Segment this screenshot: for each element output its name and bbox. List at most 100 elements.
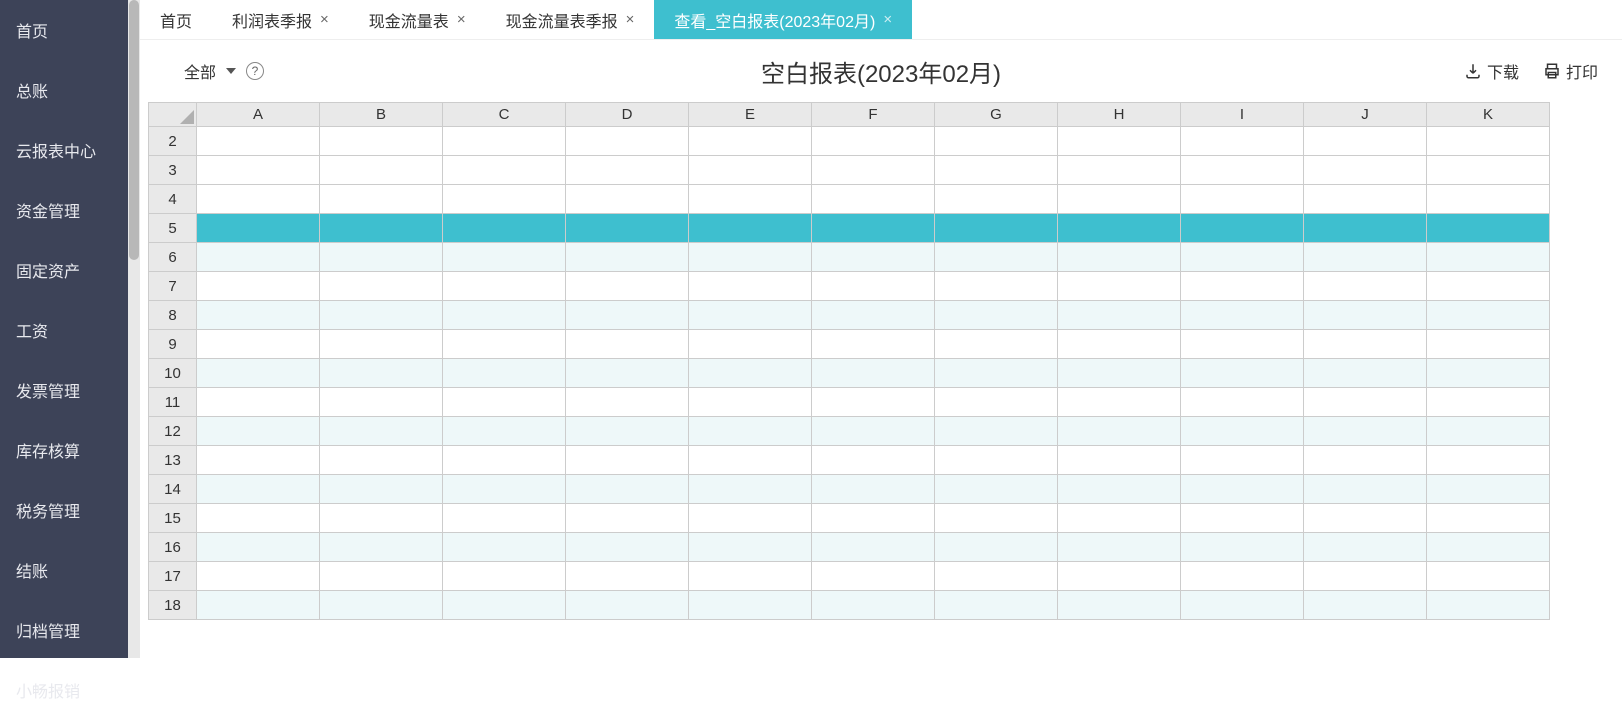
help-icon[interactable]: ? xyxy=(246,62,264,80)
cell-B11[interactable] xyxy=(320,388,443,417)
cell-H9[interactable] xyxy=(1058,330,1181,359)
cell-J10[interactable] xyxy=(1304,359,1427,388)
cell-J7[interactable] xyxy=(1304,272,1427,301)
cell-K11[interactable] xyxy=(1427,388,1550,417)
cell-E3[interactable] xyxy=(689,156,812,185)
cell-J2[interactable] xyxy=(1304,127,1427,156)
cell-G13[interactable] xyxy=(935,446,1058,475)
tab-0[interactable]: 首页 xyxy=(140,0,212,39)
cell-D2[interactable] xyxy=(566,127,689,156)
cell-C8[interactable] xyxy=(443,301,566,330)
cell-B17[interactable] xyxy=(320,562,443,591)
cell-H8[interactable] xyxy=(1058,301,1181,330)
tab-1[interactable]: 利润表季报× xyxy=(212,0,349,39)
cell-A12[interactable] xyxy=(197,417,320,446)
cell-G15[interactable] xyxy=(935,504,1058,533)
cell-A17[interactable] xyxy=(197,562,320,591)
row-header-6[interactable]: 6 xyxy=(149,243,197,272)
cell-K12[interactable] xyxy=(1427,417,1550,446)
cell-I14[interactable] xyxy=(1181,475,1304,504)
cell-J13[interactable] xyxy=(1304,446,1427,475)
cell-K6[interactable] xyxy=(1427,243,1550,272)
cell-A8[interactable] xyxy=(197,301,320,330)
cell-J5[interactable] xyxy=(1304,214,1427,243)
cell-G8[interactable] xyxy=(935,301,1058,330)
cell-A11[interactable] xyxy=(197,388,320,417)
cell-F7[interactable] xyxy=(812,272,935,301)
cell-D10[interactable] xyxy=(566,359,689,388)
cell-F4[interactable] xyxy=(812,185,935,214)
cell-B9[interactable] xyxy=(320,330,443,359)
cell-J8[interactable] xyxy=(1304,301,1427,330)
cell-B18[interactable] xyxy=(320,591,443,620)
cell-E18[interactable] xyxy=(689,591,812,620)
cell-H12[interactable] xyxy=(1058,417,1181,446)
cell-B12[interactable] xyxy=(320,417,443,446)
row-header-10[interactable]: 10 xyxy=(149,359,197,388)
cell-D3[interactable] xyxy=(566,156,689,185)
cell-D15[interactable] xyxy=(566,504,689,533)
row-header-17[interactable]: 17 xyxy=(149,562,197,591)
cell-F14[interactable] xyxy=(812,475,935,504)
cell-I8[interactable] xyxy=(1181,301,1304,330)
cell-B8[interactable] xyxy=(320,301,443,330)
cell-K14[interactable] xyxy=(1427,475,1550,504)
sidebar-scrollbar[interactable] xyxy=(128,0,140,658)
cell-I12[interactable] xyxy=(1181,417,1304,446)
cell-I13[interactable] xyxy=(1181,446,1304,475)
cell-E8[interactable] xyxy=(689,301,812,330)
cell-C3[interactable] xyxy=(443,156,566,185)
cell-K15[interactable] xyxy=(1427,504,1550,533)
column-header-H[interactable]: H xyxy=(1058,103,1181,127)
cell-E4[interactable] xyxy=(689,185,812,214)
close-icon[interactable]: × xyxy=(320,11,329,28)
cell-F8[interactable] xyxy=(812,301,935,330)
cell-A2[interactable] xyxy=(197,127,320,156)
cell-E2[interactable] xyxy=(689,127,812,156)
cell-J17[interactable] xyxy=(1304,562,1427,591)
cell-G16[interactable] xyxy=(935,533,1058,562)
column-header-B[interactable]: B xyxy=(320,103,443,127)
cell-D12[interactable] xyxy=(566,417,689,446)
cell-B10[interactable] xyxy=(320,359,443,388)
cell-E12[interactable] xyxy=(689,417,812,446)
cell-F12[interactable] xyxy=(812,417,935,446)
sidebar-item-3[interactable]: 资金管理 xyxy=(0,180,128,240)
cell-C6[interactable] xyxy=(443,243,566,272)
cell-G10[interactable] xyxy=(935,359,1058,388)
cell-K9[interactable] xyxy=(1427,330,1550,359)
cell-B3[interactable] xyxy=(320,156,443,185)
cell-K4[interactable] xyxy=(1427,185,1550,214)
cell-A9[interactable] xyxy=(197,330,320,359)
cell-C16[interactable] xyxy=(443,533,566,562)
cell-A10[interactable] xyxy=(197,359,320,388)
row-header-7[interactable]: 7 xyxy=(149,272,197,301)
cell-D4[interactable] xyxy=(566,185,689,214)
cell-C2[interactable] xyxy=(443,127,566,156)
sidebar-item-11[interactable]: 小畅报销 xyxy=(0,660,128,720)
cell-B15[interactable] xyxy=(320,504,443,533)
cell-K13[interactable] xyxy=(1427,446,1550,475)
cell-C18[interactable] xyxy=(443,591,566,620)
cell-A7[interactable] xyxy=(197,272,320,301)
cell-C17[interactable] xyxy=(443,562,566,591)
sidebar-item-4[interactable]: 固定资产 xyxy=(0,240,128,300)
cell-I15[interactable] xyxy=(1181,504,1304,533)
spreadsheet[interactable]: ABCDEFGHIJK23456789101112131415161718 xyxy=(140,102,1622,658)
cell-H10[interactable] xyxy=(1058,359,1181,388)
cell-A5[interactable] xyxy=(197,214,320,243)
column-header-J[interactable]: J xyxy=(1304,103,1427,127)
row-header-5[interactable]: 5 xyxy=(149,214,197,243)
sidebar-item-8[interactable]: 税务管理 xyxy=(0,480,128,540)
sidebar-item-1[interactable]: 总账 xyxy=(0,60,128,120)
cell-A13[interactable] xyxy=(197,446,320,475)
row-header-11[interactable]: 11 xyxy=(149,388,197,417)
cell-G17[interactable] xyxy=(935,562,1058,591)
cell-I7[interactable] xyxy=(1181,272,1304,301)
cell-K2[interactable] xyxy=(1427,127,1550,156)
tab-2[interactable]: 现金流量表× xyxy=(349,0,486,39)
cell-A3[interactable] xyxy=(197,156,320,185)
sidebar-item-0[interactable]: 首页 xyxy=(0,0,128,60)
column-header-D[interactable]: D xyxy=(566,103,689,127)
cell-F16[interactable] xyxy=(812,533,935,562)
